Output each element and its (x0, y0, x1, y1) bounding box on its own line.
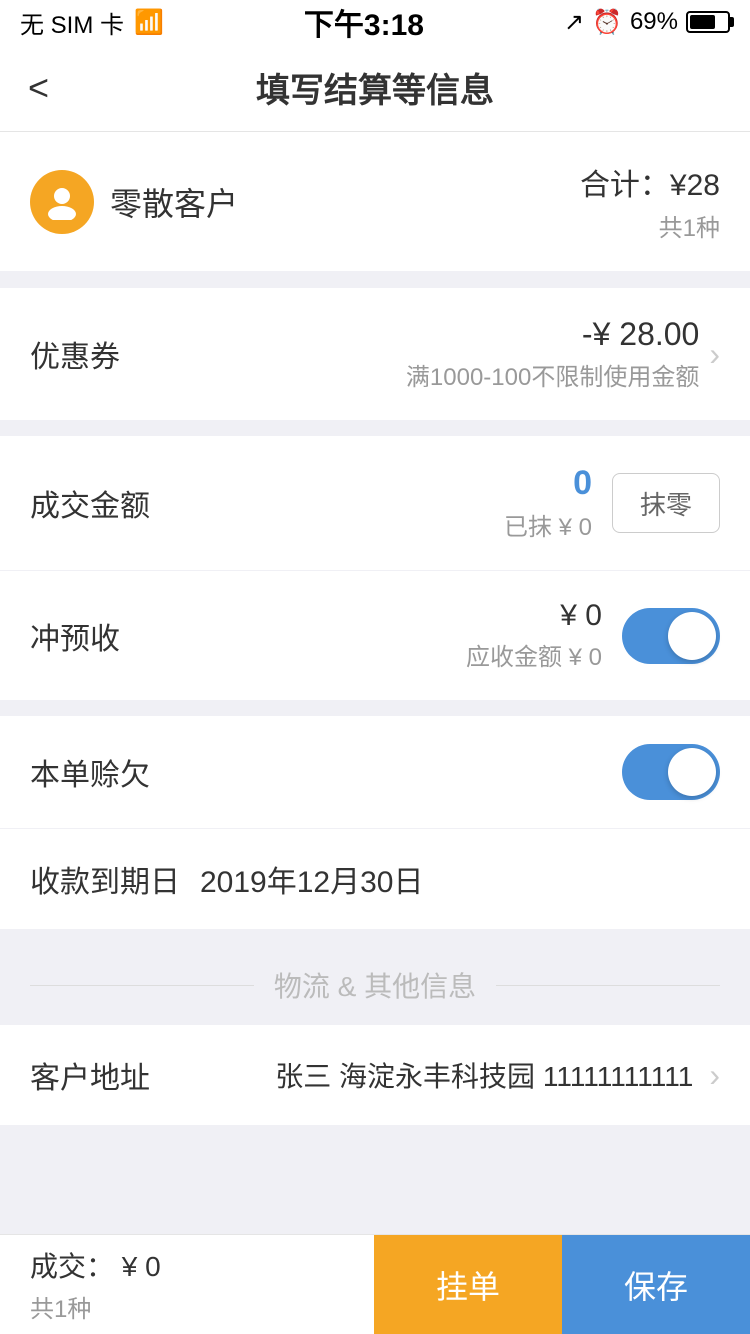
deal-amount-group: 0 已抹 ¥ 0 (504, 464, 592, 542)
carrier-text: 无 SIM 卡 (20, 5, 124, 40)
coupon-right: -¥ 28.00 满1000-100不限制使用金额 › (406, 316, 720, 392)
logistics-divider: 物流 & 其他信息 (0, 945, 750, 1025)
back-button[interactable]: < (28, 67, 49, 109)
deal-amount-sub: 已抹 ¥ 0 (504, 507, 592, 542)
time-display: 下午3:18 (304, 0, 424, 44)
logistics-label: 物流 & 其他信息 (254, 971, 496, 1002)
battery-icon (686, 11, 730, 33)
bottom-bar: 成交： ¥ 0 共1种 挂单 保存 (0, 1234, 750, 1334)
customer-name: 零散客户 (110, 179, 238, 225)
duedate-value: 2019年12月30日 (200, 857, 423, 901)
precollect-right: ¥ 0 应收金额 ¥ 0 (466, 599, 720, 672)
precollect-info: ¥ 0 应收金额 ¥ 0 (466, 599, 602, 672)
duedate-label: 收款到期日 (30, 857, 180, 901)
customer-right: 合计：¥28 共1种 (580, 160, 720, 243)
pending-button[interactable]: 挂单 (374, 1235, 562, 1334)
wifi-icon: 📶 (134, 8, 164, 37)
precollect-row: 冲预收 ¥ 0 应收金额 ¥ 0 (0, 570, 750, 700)
deal-amount-label: 成交金额 (30, 481, 150, 525)
duedate-row: 收款到期日 2019年12月30日 (0, 828, 750, 929)
round-zero-button[interactable]: 抹零 (612, 473, 720, 533)
status-left: 无 SIM 卡 📶 (20, 5, 164, 40)
customer-count: 共1种 (580, 208, 720, 243)
save-button[interactable]: 保存 (562, 1235, 750, 1334)
avatar (30, 170, 94, 234)
address-chevron-icon: › (709, 1057, 720, 1094)
battery-text: 69% (630, 8, 678, 36)
address-value: 张三 海淀永丰科技园 11111111111 (150, 1055, 709, 1095)
debit-toggle-knob (668, 748, 716, 796)
toggle-knob (668, 612, 716, 660)
debit-section: 本单赊欠 收款到期日 2019年12月30日 (0, 716, 750, 929)
customer-row: 零散客户 合计：¥28 共1种 (0, 132, 750, 271)
precollect-label: 冲预收 (30, 614, 120, 658)
page-title: 填写结算等信息 (256, 63, 494, 112)
customer-total: 合计：¥28 (580, 160, 720, 204)
content: 零散客户 合计：¥28 共1种 优惠券 -¥ 28.00 满1000-100不限… (0, 132, 750, 1261)
deal-section: 成交金额 0 已抹 ¥ 0 抹零 冲预收 ¥ 0 应收金额 ¥ 0 (0, 436, 750, 700)
status-right: ↗ ⏰ 69% (564, 8, 730, 37)
customer-left: 零散客户 (30, 170, 238, 234)
coupon-row[interactable]: 优惠券 -¥ 28.00 满1000-100不限制使用金额 › (0, 287, 750, 420)
debit-label: 本单赊欠 (30, 750, 150, 794)
precollect-toggle[interactable] (622, 608, 720, 664)
coupon-label: 优惠券 (30, 332, 120, 376)
debit-toggle[interactable] (622, 744, 720, 800)
status-bar: 无 SIM 卡 📶 下午3:18 ↗ ⏰ 69% (0, 0, 750, 44)
location-icon: ↗ (564, 8, 584, 37)
deal-right: 0 已抹 ¥ 0 抹零 (504, 464, 720, 542)
coupon-discount: -¥ 28.00 (406, 316, 699, 353)
bottom-count: 共1种 (30, 1289, 344, 1324)
address-row[interactable]: 客户地址 张三 海淀永丰科技园 11111111111 › (0, 1025, 750, 1125)
deal-amount-row: 成交金额 0 已抹 ¥ 0 抹零 (0, 436, 750, 570)
bottom-deal-label: 成交： ¥ 0 (30, 1245, 344, 1285)
chevron-right-icon: › (709, 336, 720, 373)
bottom-summary: 成交： ¥ 0 共1种 (0, 1245, 374, 1324)
precollect-amount: ¥ 0 (466, 599, 602, 633)
alarm-icon: ⏰ (592, 8, 622, 37)
deal-amount-value: 0 (504, 464, 592, 503)
debit-row: 本单赊欠 (0, 716, 750, 828)
address-label: 客户地址 (30, 1053, 150, 1097)
coupon-desc: 满1000-100不限制使用金额 (406, 357, 699, 392)
bottom-deal-amount: ¥ 0 (122, 1251, 161, 1282)
coupon-info: -¥ 28.00 满1000-100不限制使用金额 (406, 316, 699, 392)
precollect-sub: 应收金额 ¥ 0 (466, 637, 602, 672)
nav-bar: < 填写结算等信息 (0, 44, 750, 132)
bottom-deal-prefix: 成交： (30, 1251, 114, 1282)
